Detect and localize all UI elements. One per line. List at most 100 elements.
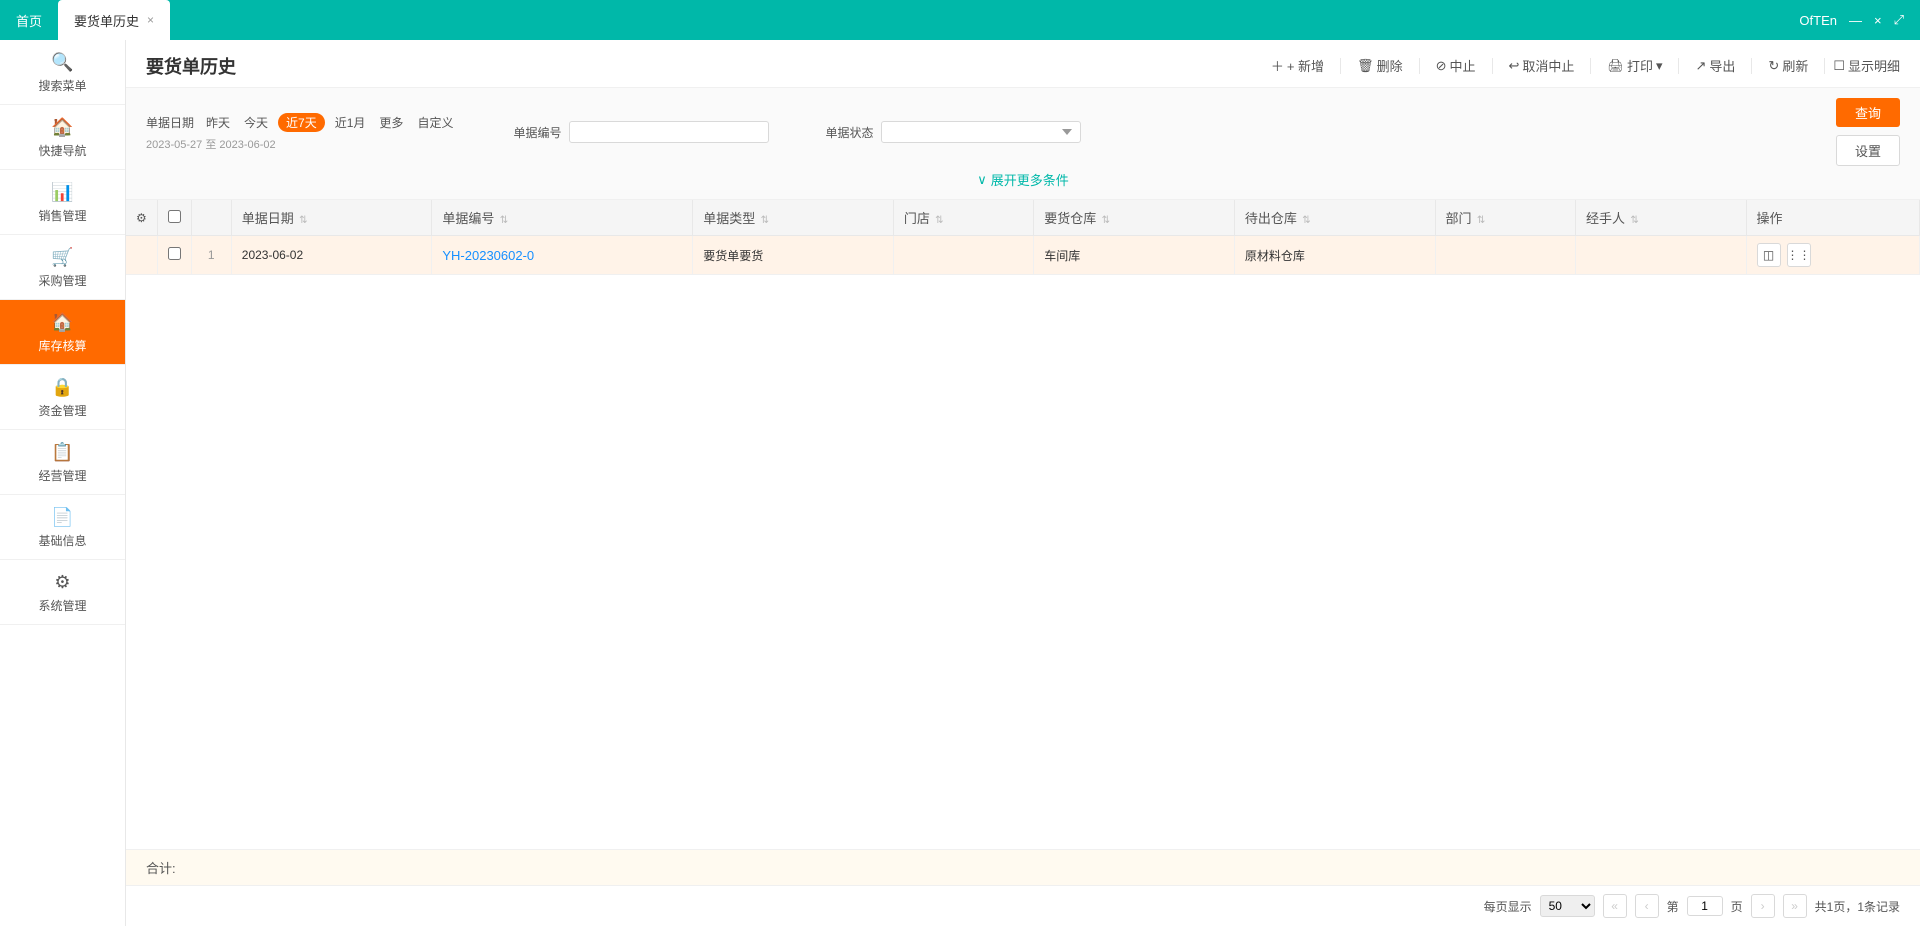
sidebar-item-ops-mgmt[interactable]: 📋 经营管理: [0, 430, 125, 495]
col-handler-sort-icon: ⇅: [1630, 215, 1638, 226]
sidebar-item-purchase-mgmt[interactable]: 🛒 采购管理: [0, 235, 125, 300]
doc-no-input[interactable]: [569, 121, 769, 143]
row-doc-no[interactable]: YH-20230602-0: [432, 236, 693, 275]
table-row: 1 2023-06-02 YH-20230602-0 要货单要货 车间库 原材料…: [126, 236, 1920, 275]
query-settings-group: 查询 设置: [1836, 98, 1900, 166]
table-header-row: ⚙ 单据日期 ⇅ 单据编号 ⇅: [126, 200, 1920, 236]
col-num: [191, 200, 231, 236]
footer-summary: 合计:: [126, 849, 1920, 885]
top-bar: 首页 要货单历史 × OfTEn — × ⤢: [0, 0, 1920, 40]
minimize-btn[interactable]: —: [1849, 13, 1862, 28]
col-req-warehouse[interactable]: 要货仓库 ⇅: [1034, 200, 1235, 236]
row-ops-container: ◫ ⋮⋮: [1757, 243, 1909, 267]
sidebar-item-search-menu[interactable]: 🔍 搜索菜单: [0, 40, 125, 105]
col-doc-type-label: 单据类型: [703, 211, 755, 226]
col-handler-label: 经手人: [1586, 211, 1625, 226]
col-pending-warehouse-label: 待出仓库: [1245, 211, 1297, 226]
select-all-checkbox[interactable]: [168, 210, 181, 223]
row-checkbox[interactable]: [168, 247, 181, 260]
tab-requisition-history[interactable]: 要货单历史 ×: [58, 0, 170, 40]
filter-area: 单据日期 昨天 今天 近7天 近1月 更多 自定义 2023-05-27 至 2…: [126, 88, 1920, 200]
top-bar-right: OfTEn — × ⤢: [1799, 12, 1920, 28]
shortcut-today[interactable]: 今天: [240, 113, 272, 132]
status-label: 单据状态: [825, 124, 873, 141]
col-handler[interactable]: 经手人 ⇅: [1576, 200, 1747, 236]
sidebar-item-quick-nav-label: 快捷导航: [38, 142, 86, 159]
sidebar-item-sales-mgmt[interactable]: 📊 销售管理: [0, 170, 125, 235]
tab-home[interactable]: 首页: [0, 0, 58, 40]
maximize-btn[interactable]: ⤢: [1894, 12, 1904, 28]
expand-more-btn[interactable]: ∨ 展开更多条件: [146, 170, 1900, 189]
shortcut-last7days[interactable]: 近7天: [278, 113, 325, 132]
query-button[interactable]: 查询: [1836, 98, 1900, 127]
new-button[interactable]: ＋ + 新增: [1263, 52, 1332, 79]
display-detail-toggle[interactable]: ☐ 显示明细: [1833, 56, 1900, 75]
close-window-btn[interactable]: ×: [1874, 13, 1882, 28]
col-ops-label: 操作: [1757, 211, 1783, 226]
header-actions: ＋ + 新增 🗑 删除 ⊘ 中止 ↩ 取消中止: [1263, 52, 1900, 79]
sidebar-item-sales-mgmt-label: 销售管理: [38, 207, 86, 224]
total-info: 共1页，1条记录: [1815, 898, 1900, 915]
page-header: 要货单历史 ＋ + 新增 🗑 删除 ⊘ 中止 ↩: [126, 40, 1920, 88]
doc-no-label: 单据编号: [513, 124, 561, 141]
sidebar-item-quick-nav[interactable]: 🏠 快捷导航: [0, 105, 125, 170]
sales-mgmt-icon: 📊: [51, 182, 73, 203]
row-doc-type: 要货单要货: [693, 236, 894, 275]
cancel-suspend-button[interactable]: ↩ 取消中止: [1501, 52, 1583, 79]
sidebar-item-finance-mgmt[interactable]: 🔒 资金管理: [0, 365, 125, 430]
display-detail-label: 显示明细: [1848, 56, 1900, 75]
inventory-calc-icon: 🏠: [51, 312, 73, 333]
filter-settings-button[interactable]: 设置: [1836, 135, 1900, 166]
sidebar-item-inventory-calc[interactable]: 🏠 库存核算: [0, 300, 125, 365]
purchase-mgmt-icon: 🛒: [51, 247, 73, 268]
shortcut-yesterday[interactable]: 昨天: [202, 113, 234, 132]
col-doc-no-label: 单据编号: [442, 211, 494, 226]
refresh-label: 刷新: [1782, 56, 1808, 75]
export-label: 导出: [1709, 56, 1735, 75]
table-body: 1 2023-06-02 YH-20230602-0 要货单要货 车间库 原材料…: [126, 236, 1920, 275]
col-store[interactable]: 门店 ⇅: [893, 200, 1033, 236]
divider-3: [1492, 58, 1493, 74]
col-checkbox[interactable]: [157, 200, 191, 236]
divider-4: [1590, 58, 1591, 74]
expand-more-icon: ∨: [977, 172, 987, 188]
col-doc-date[interactable]: 单据日期 ⇅: [231, 200, 432, 236]
col-doc-no[interactable]: 单据编号 ⇅: [432, 200, 693, 236]
prev-page-btn[interactable]: ‹: [1635, 894, 1659, 918]
top-tabs: 首页 要货单历史 ×: [0, 0, 170, 40]
suspend-button[interactable]: ⊘ 中止: [1428, 52, 1484, 79]
export-button[interactable]: ↗ 导出: [1687, 52, 1743, 79]
doc-no-link[interactable]: YH-20230602-0: [442, 248, 534, 263]
first-page-btn[interactable]: «: [1603, 894, 1627, 918]
next-page-btn[interactable]: ›: [1751, 894, 1775, 918]
page-title: 要货单历史: [146, 53, 236, 79]
sidebar-item-basic-info[interactable]: 📄 基础信息: [0, 495, 125, 560]
row-doc-date: 2023-06-02: [231, 236, 432, 275]
sidebar-item-ops-mgmt-label: 经营管理: [38, 467, 86, 484]
col-department[interactable]: 部门 ⇅: [1435, 200, 1575, 236]
page-prefix-label: 第: [1667, 898, 1679, 915]
sidebar-item-system-mgmt[interactable]: ⚙ 系统管理: [0, 560, 125, 625]
divider-6: [1751, 58, 1752, 74]
refresh-button[interactable]: ↻ 刷新: [1760, 52, 1816, 79]
row-edit-btn[interactable]: ⋮⋮: [1787, 243, 1811, 267]
shortcut-custom[interactable]: 自定义: [413, 113, 457, 132]
shortcut-more[interactable]: 更多: [375, 113, 407, 132]
status-select[interactable]: [881, 121, 1081, 143]
per-page-select[interactable]: 50 20 100 200: [1540, 895, 1595, 917]
col-store-sort-icon: ⇅: [935, 215, 943, 226]
row-view-btn[interactable]: ◫: [1757, 243, 1781, 267]
last-page-btn[interactable]: »: [1783, 894, 1807, 918]
close-tab-icon[interactable]: ×: [147, 13, 154, 27]
print-button[interactable]: 🖨 打印 ▾: [1599, 52, 1670, 79]
col-doc-type[interactable]: 单据类型 ⇅: [693, 200, 894, 236]
suspend-icon: ⊘: [1436, 58, 1447, 74]
row-checkbox-cell[interactable]: [157, 236, 191, 275]
col-pending-warehouse[interactable]: 待出仓库 ⇅: [1234, 200, 1435, 236]
status-filter-group: 单据状态: [825, 121, 1804, 143]
shortcut-last1month[interactable]: 近1月: [331, 113, 370, 132]
col-settings[interactable]: ⚙: [126, 200, 157, 236]
col-department-label: 部门: [1446, 211, 1472, 226]
delete-button[interactable]: 🗑 删除: [1349, 52, 1411, 79]
page-number-input[interactable]: [1687, 896, 1723, 916]
